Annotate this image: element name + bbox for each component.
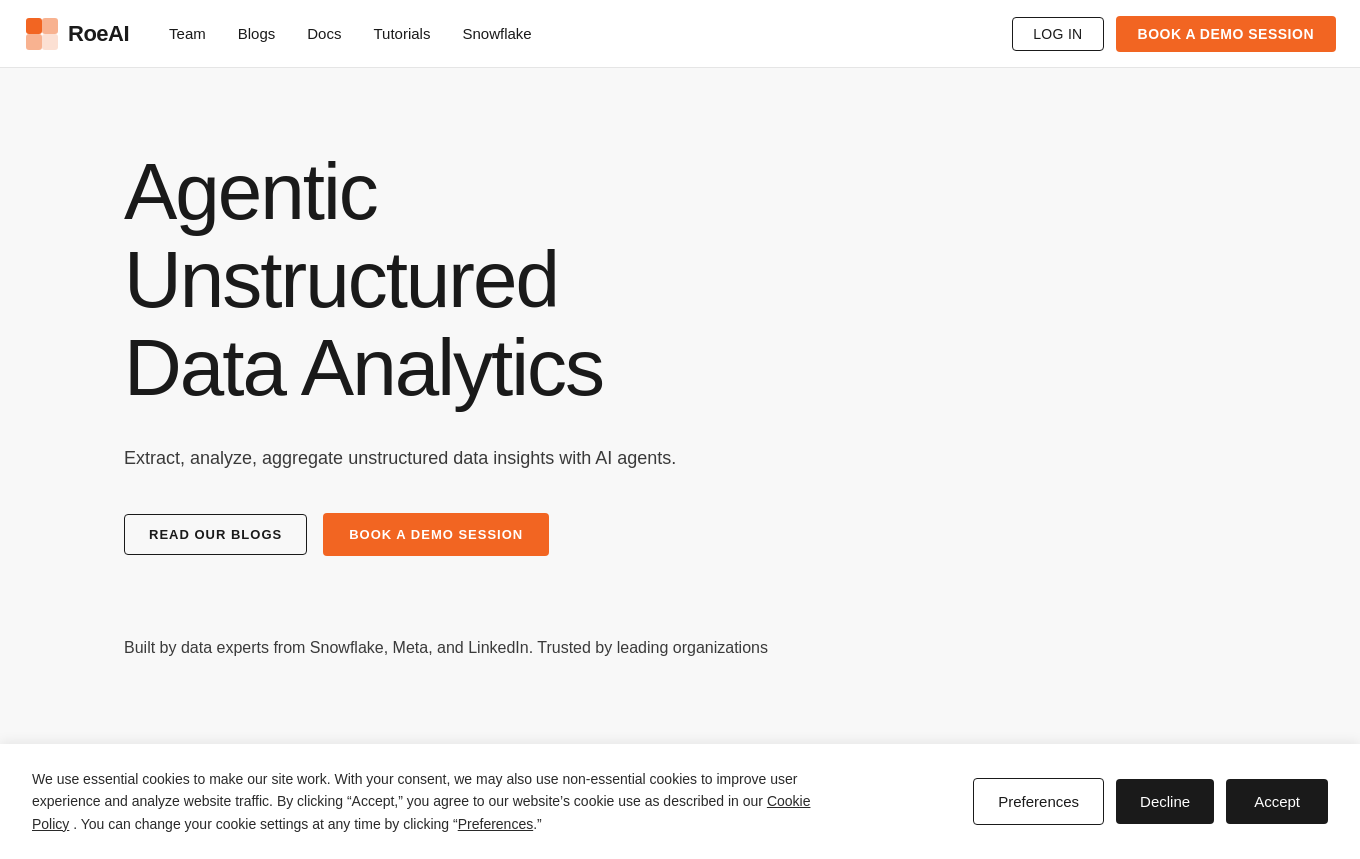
nav-link-team[interactable]: Team bbox=[169, 25, 206, 42]
book-demo-nav-button[interactable]: BOOK A DEMO SESSION bbox=[1116, 16, 1336, 52]
book-demo-hero-button[interactable]: BOOK A DEMO SESSION bbox=[323, 513, 549, 556]
accept-button[interactable]: Accept bbox=[1226, 779, 1328, 824]
svg-rect-0 bbox=[26, 18, 42, 34]
hero-title-line3: Data Analytics bbox=[124, 323, 603, 412]
svg-rect-1 bbox=[42, 18, 58, 34]
cookie-preferences-inline-link: Preferences bbox=[458, 816, 533, 832]
hero-section: Agentic Unstructured Data Analytics Extr… bbox=[124, 68, 1236, 720]
decline-button[interactable]: Decline bbox=[1116, 779, 1214, 824]
read-blogs-button[interactable]: READ OUR BLOGS bbox=[124, 514, 307, 555]
cookie-actions: Preferences Decline Accept bbox=[973, 778, 1328, 825]
nav-link-docs[interactable]: Docs bbox=[307, 25, 341, 42]
nav-link-tutorials[interactable]: Tutorials bbox=[373, 25, 430, 42]
svg-rect-3 bbox=[42, 34, 58, 50]
cookie-banner: We use essential cookies to make our sit… bbox=[0, 744, 1360, 859]
hero-subtitle: Extract, analyze, aggregate unstructured… bbox=[124, 444, 684, 473]
nav-link-snowflake[interactable]: Snowflake bbox=[462, 25, 531, 42]
cookie-message-part3: .” bbox=[533, 816, 542, 832]
login-button[interactable]: LOG IN bbox=[1012, 17, 1103, 51]
roeai-logo-icon bbox=[24, 16, 60, 52]
hero-buttons: READ OUR BLOGS BOOK A DEMO SESSION bbox=[124, 513, 1236, 556]
cookie-message-part1: We use essential cookies to make our sit… bbox=[32, 771, 797, 809]
hero-title-line2: Unstructured bbox=[124, 235, 558, 324]
preferences-button[interactable]: Preferences bbox=[973, 778, 1104, 825]
nav-actions: LOG IN BOOK A DEMO SESSION bbox=[1012, 16, 1336, 52]
nav-links: Team Blogs Docs Tutorials Snowflake bbox=[169, 25, 1012, 42]
hero-title-line1: Agentic bbox=[124, 147, 377, 236]
logo-text: RoeAI bbox=[68, 21, 129, 47]
nav-link-blogs[interactable]: Blogs bbox=[238, 25, 276, 42]
main-content: Agentic Unstructured Data Analytics Extr… bbox=[0, 68, 1360, 859]
logo[interactable]: RoeAI bbox=[24, 16, 129, 52]
cookie-message: We use essential cookies to make our sit… bbox=[32, 768, 832, 835]
navigation: RoeAI Team Blogs Docs Tutorials Snowflak… bbox=[0, 0, 1360, 68]
trust-text: Built by data experts from Snowflake, Me… bbox=[124, 636, 1236, 660]
hero-title: Agentic Unstructured Data Analytics bbox=[124, 148, 1236, 412]
cookie-message-part2: . You can change your cookie settings at… bbox=[73, 816, 457, 832]
svg-rect-2 bbox=[26, 34, 42, 50]
